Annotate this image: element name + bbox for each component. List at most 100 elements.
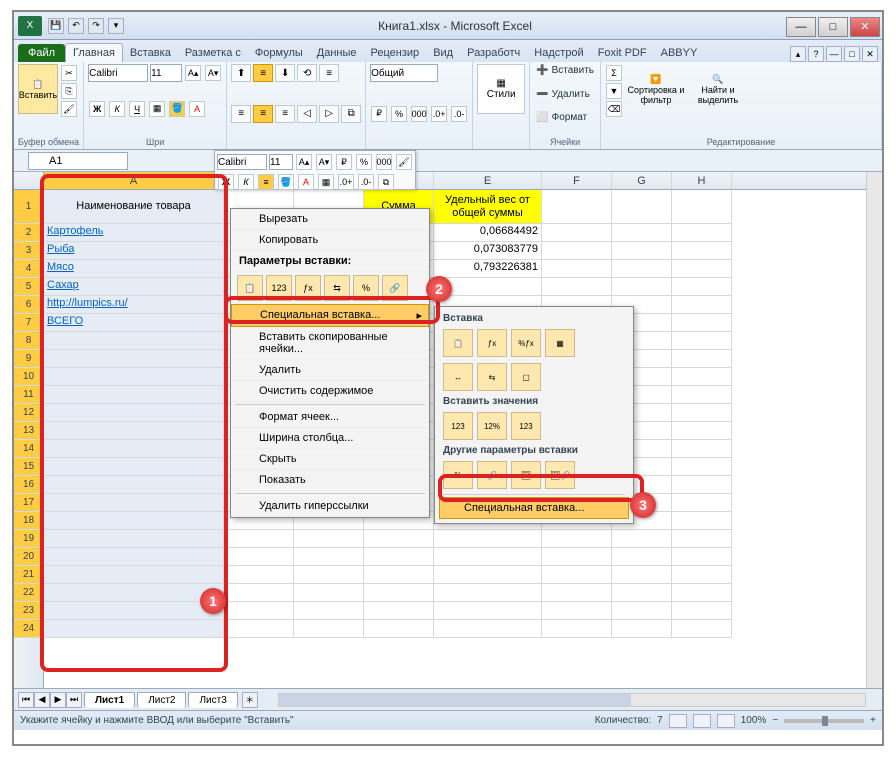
vertical-scrollbar[interactable] [866, 172, 882, 688]
ctx-copy[interactable]: Копировать [231, 230, 429, 251]
maximize-button[interactable]: □ [818, 17, 848, 37]
sheet-prev[interactable]: ◀ [34, 692, 50, 708]
sub-other-4[interactable]: 🖼🔗 [545, 461, 575, 489]
cell-F22[interactable] [542, 584, 612, 602]
cut-button[interactable]: ✂ [61, 65, 77, 81]
cell-H14[interactable] [672, 440, 732, 458]
view-pagebreak[interactable] [717, 714, 735, 728]
cell-F1[interactable] [542, 190, 612, 224]
view-normal[interactable] [669, 714, 687, 728]
qat-more[interactable]: ▾ [108, 18, 124, 34]
copy-button[interactable]: ⎘ [61, 83, 77, 99]
mt-dec-dec[interactable]: .0- [358, 174, 374, 190]
zoom-in[interactable]: + [870, 715, 876, 726]
row-header-23[interactable]: 23 [14, 602, 43, 620]
cell-H11[interactable] [672, 386, 732, 404]
cell-D21[interactable] [364, 566, 434, 584]
cell-G24[interactable] [612, 620, 672, 638]
minimize-button[interactable]: — [786, 17, 816, 37]
shrink-font[interactable]: A▾ [205, 65, 221, 81]
paste-formatting[interactable]: % [353, 275, 379, 301]
tab-foxit[interactable]: Foxit PDF [591, 44, 654, 62]
cell-G5[interactable] [612, 278, 672, 296]
row-header-5[interactable]: 5 [14, 278, 43, 296]
mt-align[interactable]: ≡ [258, 174, 274, 190]
merge-center[interactable]: ⧉ [341, 105, 361, 123]
cell-H8[interactable] [672, 332, 732, 350]
tab-home[interactable]: Главная [65, 43, 123, 62]
tab-abbyy[interactable]: ABBYY [654, 44, 705, 62]
cell-F19[interactable] [542, 530, 612, 548]
paste-transpose[interactable]: ⇆ [324, 275, 350, 301]
select-all-corner[interactable] [14, 172, 44, 189]
cell-A2[interactable]: Картофель [44, 224, 224, 242]
cell-G4[interactable] [612, 260, 672, 278]
cell-C19[interactable] [294, 530, 364, 548]
paste-all[interactable]: 📋 [237, 275, 263, 301]
cell-A22[interactable] [44, 584, 224, 602]
cell-E3[interactable]: 0,073083779 [434, 242, 542, 260]
align-middle[interactable]: ≡ [253, 64, 273, 82]
mt-font-color[interactable]: A [298, 174, 314, 190]
sort-filter[interactable]: 🔽 Сортировка и фильтр [627, 64, 685, 114]
row-header-22[interactable]: 22 [14, 584, 43, 602]
cell-B22[interactable] [224, 584, 294, 602]
cell-H18[interactable] [672, 512, 732, 530]
cell-H6[interactable] [672, 296, 732, 314]
paste-formulas[interactable]: ƒx [295, 275, 321, 301]
sub-values-2[interactable]: 12% [477, 412, 507, 440]
new-sheet[interactable]: ＊ [242, 692, 258, 708]
percent[interactable]: % [391, 106, 407, 122]
cell-A6[interactable]: http://lumpics.ru/ [44, 296, 224, 314]
fill[interactable]: ▼ [606, 83, 622, 99]
cell-H4[interactable] [672, 260, 732, 278]
cell-B24[interactable] [224, 620, 294, 638]
cell-D23[interactable] [364, 602, 434, 620]
cell-G2[interactable] [612, 224, 672, 242]
row-header-13[interactable]: 13 [14, 422, 43, 440]
ctx-remove-links[interactable]: Удалить гиперссылки [231, 496, 429, 517]
cell-H19[interactable] [672, 530, 732, 548]
cell-E19[interactable] [434, 530, 542, 548]
ctx-clear[interactable]: Очистить содержимое [231, 381, 429, 402]
cell-G22[interactable] [612, 584, 672, 602]
cell-A3[interactable]: Рыба [44, 242, 224, 260]
mt-italic[interactable]: К [238, 174, 254, 190]
cell-E24[interactable] [434, 620, 542, 638]
cell-A20[interactable] [44, 548, 224, 566]
cells-insert[interactable]: ➕Вставить [534, 64, 596, 77]
cell-H9[interactable] [672, 350, 732, 368]
sheet-next[interactable]: ▶ [50, 692, 66, 708]
qat-save[interactable]: 💾 [48, 18, 64, 34]
ctx-hide[interactable]: Скрыть [231, 449, 429, 470]
cells-format[interactable]: ⬜Формат [534, 111, 596, 124]
tab-file[interactable]: Файл [18, 44, 65, 62]
autosum[interactable]: Σ [606, 65, 622, 81]
col-header-F[interactable]: F [542, 172, 612, 189]
sub-other-2[interactable]: 🔗 [477, 461, 507, 489]
row-header-6[interactable]: 6 [14, 296, 43, 314]
qat-undo[interactable]: ↶ [68, 18, 84, 34]
cell-G21[interactable] [612, 566, 672, 584]
mt-currency[interactable]: ₽ [336, 154, 352, 170]
font-select[interactable] [88, 64, 148, 82]
fill-color[interactable]: 🪣 [169, 101, 185, 117]
col-header-E[interactable]: E [434, 172, 542, 189]
paste-link[interactable]: 🔗 [382, 275, 408, 301]
row-header-9[interactable]: 9 [14, 350, 43, 368]
ctx-col-width[interactable]: Ширина столбца... [231, 428, 429, 449]
cell-D19[interactable] [364, 530, 434, 548]
cell-F4[interactable] [542, 260, 612, 278]
row-header-3[interactable]: 3 [14, 242, 43, 260]
sheet-first[interactable]: ⏮ [18, 692, 34, 708]
cell-E23[interactable] [434, 602, 542, 620]
cell-H21[interactable] [672, 566, 732, 584]
cell-B23[interactable] [224, 602, 294, 620]
cell-H5[interactable] [672, 278, 732, 296]
cell-F21[interactable] [542, 566, 612, 584]
ctx-special-paste[interactable]: Специальная вставка...▸ [231, 304, 429, 327]
row-header-1[interactable]: 1 [14, 190, 43, 224]
mt-shrink[interactable]: A▾ [316, 154, 332, 170]
row-header-11[interactable]: 11 [14, 386, 43, 404]
cell-G23[interactable] [612, 602, 672, 620]
